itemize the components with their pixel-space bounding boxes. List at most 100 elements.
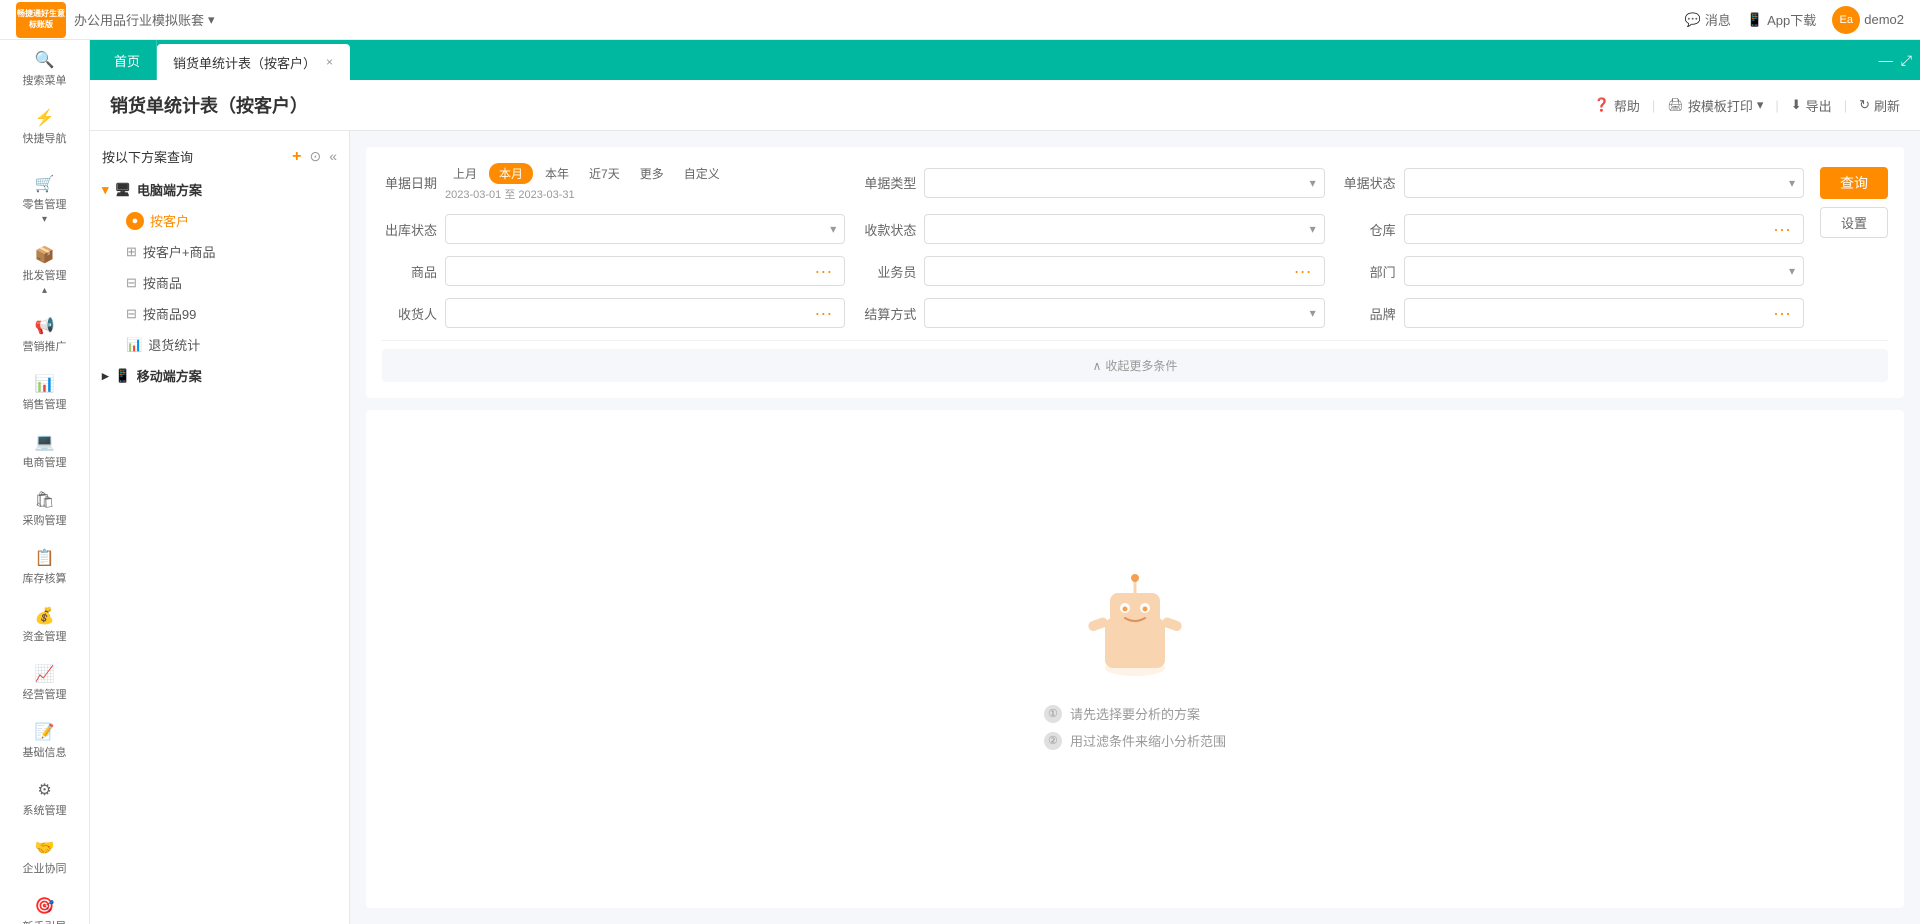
date-this-year[interactable]: 本年	[537, 163, 577, 184]
refresh-icon: ↻	[1859, 97, 1870, 113]
order-status-select[interactable]: ▾	[1404, 168, 1804, 198]
delivery-label: 出库状态	[382, 220, 437, 239]
filter-row-2: 出库状态 ▾	[382, 214, 1804, 244]
product-input[interactable]: ···	[445, 256, 845, 286]
empty-state: ① 请先选择要分析的方案 ② 用过滤条件来缩小分析范围	[366, 410, 1904, 908]
settlement-select[interactable]: ▾	[924, 298, 1324, 328]
industry-selector[interactable]: 办公用品行业模拟账套 ▾	[74, 10, 215, 29]
department-select[interactable]: ▾	[1404, 256, 1804, 286]
query-button[interactable]: 查询	[1820, 167, 1888, 199]
tree-item-by-product[interactable]: ⊟ 按商品	[90, 267, 349, 298]
filter-row-4: 收货人 ··· 结算方式	[382, 298, 1804, 328]
order-type-select[interactable]: ▾	[924, 168, 1324, 198]
filter-row-1: 单据日期 上月 本月 本年	[382, 163, 1804, 202]
settlement-cell: 结算方式 ▾	[861, 298, 1324, 328]
warehouse-dots[interactable]: ···	[1769, 220, 1795, 238]
refresh-button[interactable]: ↻ 刷新	[1859, 96, 1900, 115]
order-status-label: 单据状态	[1341, 173, 1396, 192]
department-control: ▾	[1404, 256, 1804, 286]
brand-cell: 品牌 ···	[1341, 298, 1804, 328]
salesperson-dots[interactable]: ···	[1290, 262, 1316, 280]
product-dots[interactable]: ···	[810, 262, 836, 280]
tab-actions: — ⤢	[1879, 52, 1912, 69]
tree-item-return-stats[interactable]: 📊 退货统计	[90, 329, 349, 360]
brand-input[interactable]: ···	[1404, 298, 1804, 328]
print-button[interactable]: 🖨 按模板打印 ▾	[1667, 96, 1763, 115]
export-button[interactable]: ⬇ 导出	[1791, 96, 1832, 115]
delivery-cell: 出库状态 ▾	[382, 214, 845, 244]
sidebar-item-quicknav[interactable]: ⚡ 快捷导航	[0, 98, 89, 156]
sidebar-item-finance[interactable]: 💰 资金管理	[0, 596, 89, 654]
page-title: 销货单统计表（按客户）	[110, 92, 308, 118]
settlement-arrow: ▾	[1310, 306, 1316, 320]
sidebar-item-system[interactable]: ⚙ 系统管理	[0, 770, 89, 828]
help-button[interactable]: ❓ 帮助	[1594, 96, 1640, 115]
chevron-up-icon: ▴	[42, 285, 47, 296]
tree-item-by-product99[interactable]: ⊟ 按商品99	[90, 298, 349, 329]
sidebar-item-inventory[interactable]: 📋 库存核算	[0, 538, 89, 596]
recipient-input[interactable]: ···	[445, 298, 845, 328]
sidebar-item-collaboration[interactable]: 🤝 企业协同	[0, 828, 89, 886]
order-type-cell: 单据类型 ▾	[861, 168, 1324, 198]
sidebar-item-purchase[interactable]: 🛍 采购管理	[0, 480, 89, 538]
warehouse-input[interactable]: ···	[1404, 214, 1804, 244]
chevron-down-icon: ▾	[42, 214, 47, 225]
tree-desktop-group[interactable]: ▾ 🖥 电脑端方案	[90, 174, 349, 205]
settlement-control: ▾	[924, 298, 1324, 328]
delivery-control: ▾	[445, 214, 845, 244]
tree-item-by-customer-product[interactable]: ⊞ 按客户+商品	[90, 236, 349, 267]
date-custom[interactable]: 自定义	[676, 163, 728, 184]
sidebar-item-operations[interactable]: 📈 经营管理	[0, 654, 89, 712]
message-button[interactable]: 💬 消息	[1685, 10, 1731, 29]
date-last-month[interactable]: 上月	[445, 163, 485, 184]
tree-mobile-group[interactable]: ▸ 📱 移动端方案	[90, 360, 349, 391]
filter-main: 单据日期 上月 本月 本年	[382, 163, 1804, 328]
settings-scheme-button[interactable]: ⊙	[309, 148, 321, 166]
sidebar-item-ecommerce[interactable]: 💻 电商管理	[0, 422, 89, 480]
basic-info-icon: 📝	[35, 722, 55, 742]
brand-label: 品牌	[1341, 304, 1396, 323]
sidebar-item-guide[interactable]: 🎯 新手引导	[0, 886, 89, 924]
order-type-label: 单据类型	[861, 173, 916, 192]
tab-sales-stats[interactable]: 销货单统计表（按客户） ×	[157, 44, 350, 80]
sidebar-item-marketing[interactable]: 📢 营销推广	[0, 306, 89, 364]
sidebar-item-retail[interactable]: 🛒 零售管理 ▾	[0, 164, 89, 235]
date-more[interactable]: 更多	[632, 163, 672, 184]
sidebar-item-wholesale[interactable]: 📦 批发管理 ▴	[0, 235, 89, 306]
sales-icon: 📊	[35, 374, 55, 394]
date-range-text: 2023-03-01 至 2023-03-31	[445, 186, 575, 202]
tab-home[interactable]: 首页	[98, 40, 157, 80]
collapse-icon: ∧	[1093, 359, 1102, 373]
delivery-select[interactable]: ▾	[445, 214, 845, 244]
content-body: 按以下方案查询 + ⊙ « ▾ 🖥 电脑端方案	[90, 131, 1920, 924]
order-status-control: ▾	[1404, 168, 1804, 198]
tab-close-icon[interactable]: ×	[326, 55, 333, 69]
phone-icon: 📱	[1747, 12, 1763, 28]
sidebar-item-search[interactable]: 🔍 搜索菜单	[0, 40, 89, 98]
tree-item-by-customer[interactable]: ● 按客户	[90, 205, 349, 236]
user-menu[interactable]: Ea demo2	[1832, 6, 1904, 34]
date-label: 单据日期	[382, 173, 437, 192]
collapse-panel-button[interactable]: «	[329, 148, 337, 166]
date-this-month[interactable]: 本月	[489, 163, 533, 184]
page-actions: ❓ 帮助 | 🖨 按模板打印 ▾ | ⬇ 导出	[1594, 96, 1900, 115]
sidebar-item-sales[interactable]: 📊 销售管理	[0, 364, 89, 422]
tab-maximize-icon[interactable]: ⤢	[1901, 52, 1912, 69]
tip-num-1: ①	[1044, 705, 1062, 723]
add-scheme-button[interactable]: +	[292, 148, 301, 166]
header-left: 畅捷通好生意 标账版 办公用品行业模拟账套 ▾	[16, 2, 215, 38]
collection-select[interactable]: ▾	[924, 214, 1324, 244]
department-arrow: ▾	[1789, 264, 1795, 278]
settings-button[interactable]: 设置	[1820, 207, 1888, 238]
app-download-button[interactable]: 📱 App下载	[1747, 10, 1816, 29]
brand-dots[interactable]: ···	[1769, 304, 1795, 322]
date-last7[interactable]: 近7天	[581, 163, 628, 184]
collapse-button[interactable]: ∧ 收起更多条件	[382, 349, 1888, 382]
recipient-dots[interactable]: ···	[810, 304, 836, 322]
finance-icon: 💰	[35, 606, 55, 626]
collection-control: ▾	[924, 214, 1324, 244]
tab-minimize-icon[interactable]: —	[1879, 52, 1893, 69]
salesperson-input[interactable]: ···	[924, 256, 1324, 286]
sidebar-item-basic-info[interactable]: 📝 基础信息	[0, 712, 89, 770]
export-icon: ⬇	[1791, 97, 1802, 113]
